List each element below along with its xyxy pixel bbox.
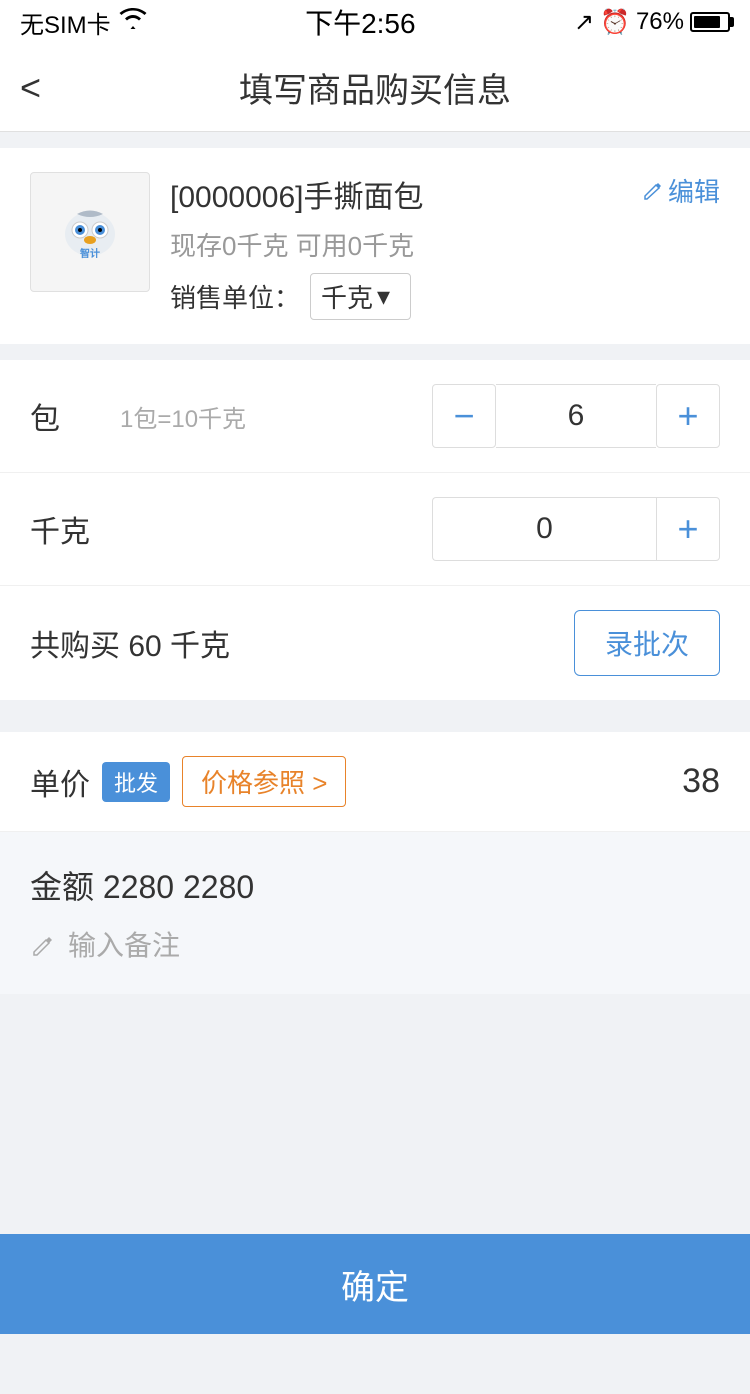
carrier-text: 无SIM卡	[20, 5, 111, 40]
status-time: 下午2:56	[305, 2, 416, 42]
unit-select[interactable]: 千克 ▾	[310, 273, 411, 320]
input-section: 包 1包=10千克 − + 千克 +	[0, 360, 750, 586]
kg-stepper: +	[432, 497, 720, 561]
bao-label: 包	[30, 394, 110, 438]
bao-hint: 1包=10千克	[120, 399, 432, 434]
status-left: 无SIM卡	[20, 5, 147, 40]
amount-number: 2280	[183, 869, 254, 905]
confirm-bar[interactable]: 确定	[0, 1234, 750, 1334]
battery-percent: 76%	[636, 8, 684, 36]
product-logo: 智计	[55, 202, 125, 262]
kg-input-row: 千克 +	[0, 473, 750, 586]
pencil-icon	[30, 930, 58, 958]
summary-text: 共购买 60 千克	[30, 621, 230, 665]
wholesale-tag: 批发	[102, 762, 170, 802]
product-info: [0000006]手撕面包 编辑 现存0千克 可用0千克 销售单位： 千克 ▾	[170, 172, 720, 320]
back-button[interactable]: <	[20, 67, 41, 109]
amount-section: 金额 2280 2280 输入备注	[0, 832, 750, 994]
amount-row: 金额 2280 2280	[30, 862, 720, 908]
price-row: 单价 批发 价格参照 > 38	[0, 732, 750, 832]
note-row[interactable]: 输入备注	[30, 924, 720, 964]
wifi-icon	[119, 8, 147, 37]
alarm-icon: ⏰	[600, 8, 630, 37]
svg-text:智计: 智计	[80, 247, 100, 260]
status-bar: 无SIM卡 下午2:56 ↗ ⏰ 76%	[0, 0, 750, 44]
amount-label: 金额 2280	[30, 869, 174, 905]
price-ref-button[interactable]: 价格参照 >	[182, 756, 346, 807]
product-card: 智计 [0000006]手撕面包 编辑 现存0千克 可用0千克 销售单位： 千克	[0, 148, 750, 344]
status-right: ↗ ⏰ 76%	[574, 8, 730, 37]
edit-label: 编辑	[668, 172, 720, 209]
bao-minus-button[interactable]: −	[432, 384, 496, 448]
price-value: 38	[682, 762, 720, 801]
product-name: [0000006]手撕面包	[170, 172, 423, 216]
product-image: 智计	[30, 172, 150, 292]
summary-row: 共购买 60 千克 录批次	[0, 586, 750, 700]
price-section: 单价 批发 价格参照 > 38	[0, 732, 750, 832]
bao-plus-button[interactable]: +	[656, 384, 720, 448]
bao-input-row: 包 1包=10千克 − +	[0, 360, 750, 473]
kg-input[interactable]	[432, 497, 656, 561]
record-batch-button[interactable]: 录批次	[574, 610, 720, 676]
divider-2	[0, 700, 750, 716]
unit-label: 销售单位：	[170, 278, 300, 315]
edit-icon	[642, 180, 664, 202]
bao-input[interactable]	[496, 384, 656, 448]
dropdown-icon: ▾	[377, 281, 390, 312]
divider-1	[0, 344, 750, 360]
price-label: 单价	[30, 760, 90, 804]
product-title-row: [0000006]手撕面包 编辑	[170, 172, 720, 216]
note-placeholder: 输入备注	[68, 924, 180, 964]
product-stock: 现存0千克 可用0千克	[170, 226, 720, 263]
location-icon: ↗	[574, 8, 594, 37]
kg-label: 千克	[30, 507, 110, 551]
page-title: 填写商品购买信息	[239, 63, 511, 112]
nav-bar: < 填写商品购买信息	[0, 44, 750, 132]
bao-stepper: − +	[432, 384, 720, 448]
battery-icon	[690, 12, 730, 32]
edit-button[interactable]: 编辑	[642, 172, 720, 209]
product-unit-row: 销售单位： 千克 ▾	[170, 273, 720, 320]
confirm-button[interactable]: 确定	[341, 1260, 409, 1309]
kg-plus-button[interactable]: +	[656, 497, 720, 561]
unit-value: 千克	[321, 278, 373, 315]
